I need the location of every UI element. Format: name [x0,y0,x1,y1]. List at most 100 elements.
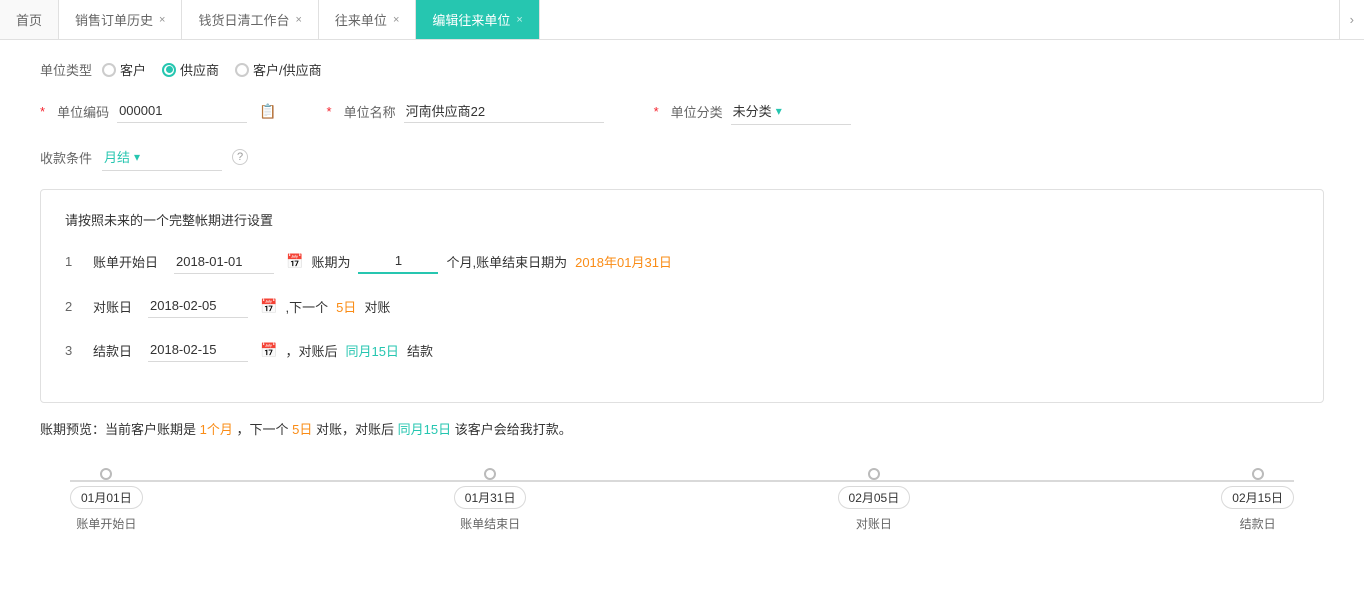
period-label-1: 账单开始日 [93,252,158,271]
tab-partner-label: 往来单位 [335,10,387,29]
payment-terms-select[interactable]: 月结 ▾ [102,143,222,171]
tab-bar: 首页 销售订单历史 × 钱货日清工作台 × 往来单位 × 编辑往来单位 × › [0,0,1364,40]
period-date-3[interactable] [148,338,248,362]
unit-category-value: 未分类 [733,101,772,120]
preview-label: 账期预览：当前客户账期是 [40,422,196,437]
unit-info-row: * 单位编码 📋 * 单位名称 * 单位分类 未分类 ▾ [40,97,1324,125]
period-day-2: 5日 [336,297,356,316]
period-num-2: 2 [65,299,85,314]
radio-supplier-circle [162,63,176,77]
unit-category-select[interactable]: 未分类 ▾ [731,97,851,125]
timeline-dot-2 [868,468,880,480]
tab-sales-history-close[interactable]: × [159,14,165,26]
radio-supplier-dot [166,66,173,73]
timeline-label-0: 账单开始日 [76,515,136,532]
timeline-dot-0 [100,468,112,480]
payment-terms-arrow: ▾ [134,150,140,164]
period-suffix-2: 对账 [364,297,390,316]
period-date-1[interactable] [174,250,274,274]
timeline-badge-1: 01月31日 [454,486,527,509]
preview-section: 账期预览：当前客户账期是 1个月 ，下一个 5日 对账，对账后 同月15日 该客… [40,419,1324,438]
period-suffix-1: 个月,账单结束日期为 [446,252,567,271]
period-months-input[interactable] [358,249,438,274]
radio-supplier[interactable]: 供应商 [162,60,219,79]
period-row-2: 2 对账日 📅 ,下一个 5日 对账 [65,294,1299,318]
timeline-badge-0: 01月01日 [70,486,143,509]
tab-partner-close[interactable]: × [393,14,399,26]
timeline-label-2: 对账日 [856,515,892,532]
unit-name-label: 单位名称 [344,102,396,121]
period-cal-3[interactable]: 📅 [260,342,277,359]
unit-name-group: * 单位名称 [327,99,604,123]
preview-part3: 5日 [292,422,312,437]
tab-edit-partner[interactable]: 编辑往来单位 × [416,0,539,39]
preview-part4: 对账，对账后 [316,422,394,437]
period-row-3: 3 结款日 📅 ，对账后 同月15日 结款 [65,338,1299,362]
period-date-2[interactable] [148,294,248,318]
radio-customer-circle [102,63,116,77]
tab-partner[interactable]: 往来单位 × [319,0,416,39]
timeline-badge-2: 02月05日 [838,486,911,509]
period-num-3: 3 [65,343,85,358]
unit-type-label: 单位类型 [40,60,92,79]
tab-edit-partner-close[interactable]: × [516,14,522,26]
period-cal-2[interactable]: 📅 [260,298,277,315]
section-title: 请按照未来的一个完整帐期进行设置 [65,210,1299,229]
payment-terms-label: 收款条件 [40,148,92,167]
radio-group-unit-type: 客户 供应商 客户/供应商 [102,60,322,79]
timeline-badge-3: 02月15日 [1221,486,1294,509]
period-prefix-2: ,下一个 [285,297,328,316]
preview-part1: 1个月 [200,422,233,437]
tab-cash-workbench-close[interactable]: × [295,14,301,26]
radio-both-circle [235,63,249,77]
timeline-label-1: 账单结束日 [460,515,520,532]
unit-category-group: * 单位分类 未分类 ▾ [654,97,851,125]
tab-cash-workbench[interactable]: 钱货日清工作台 × [182,0,318,39]
payment-terms-help-icon[interactable]: ? [232,149,248,165]
preview-part2: ，下一个 [237,422,289,437]
period-day-3: 同月15日 [345,341,398,360]
period-row-1: 1 账单开始日 📅 账期为 个月,账单结束日期为 2018年01月31日 [65,249,1299,274]
period-cal-1[interactable]: 📅 [286,253,303,270]
unit-type-row: 单位类型 客户 供应商 客户/供应商 [40,60,1324,79]
tab-edit-partner-label: 编辑往来单位 [432,10,510,29]
tab-sales-history[interactable]: 销售订单历史 × [59,0,182,39]
period-prefix-3: ，对账后 [285,341,337,360]
period-suffix-before-1: 账期为 [311,252,350,271]
timeline-node-1: 01月31日 账单结束日 [454,468,527,532]
timeline-container: 01月01日 账单开始日 01月31日 账单结束日 02月05日 对账日 02月… [40,458,1324,572]
unit-cat-required: * [654,104,659,119]
unit-code-input[interactable] [117,99,247,123]
radio-customer[interactable]: 客户 [102,60,146,79]
period-end-date-1: 2018年01月31日 [575,252,672,271]
period-label-2: 对账日 [93,297,132,316]
timeline-dot-3 [1252,468,1264,480]
period-section: 请按照未来的一个完整帐期进行设置 1 账单开始日 📅 账期为 个月,账单结束日期… [40,189,1324,403]
preview-part5: 同月15日 [398,422,451,437]
unit-code-required: * [40,104,45,119]
period-num-1: 1 [65,254,85,269]
unit-code-group: * 单位编码 📋 [40,99,277,123]
payment-terms-row: 收款条件 月结 ▾ ? [40,143,1324,171]
timeline-dot-1 [484,468,496,480]
timeline-node-0: 01月01日 账单开始日 [70,468,143,532]
payment-terms-value: 月结 [104,147,130,166]
unit-name-input[interactable] [404,99,604,123]
timeline-label-3: 结款日 [1240,515,1276,532]
radio-customer-label: 客户 [120,60,146,79]
timeline-node-2: 02月05日 对账日 [838,468,911,532]
period-suffix-3: 结款 [407,341,433,360]
unit-name-required: * [327,104,332,119]
tab-home[interactable]: 首页 [0,0,59,39]
tab-overflow-arrow[interactable]: › [1339,0,1364,39]
main-content: 单位类型 客户 供应商 客户/供应商 * 单位编码 📋 [0,40,1364,608]
radio-both[interactable]: 客户/供应商 [235,60,322,79]
preview-part6: 该客户会给我打款。 [455,422,572,437]
unit-code-calendar-icon[interactable]: 📋 [259,103,276,120]
unit-category-arrow: ▾ [776,104,782,118]
timeline-node-3: 02月15日 结款日 [1221,468,1294,532]
unit-category-label: 单位分类 [671,102,723,121]
timeline-nodes: 01月01日 账单开始日 01月31日 账单结束日 02月05日 对账日 02月… [70,468,1294,532]
unit-code-label: 单位编码 [57,102,109,121]
period-label-3: 结款日 [93,341,132,360]
